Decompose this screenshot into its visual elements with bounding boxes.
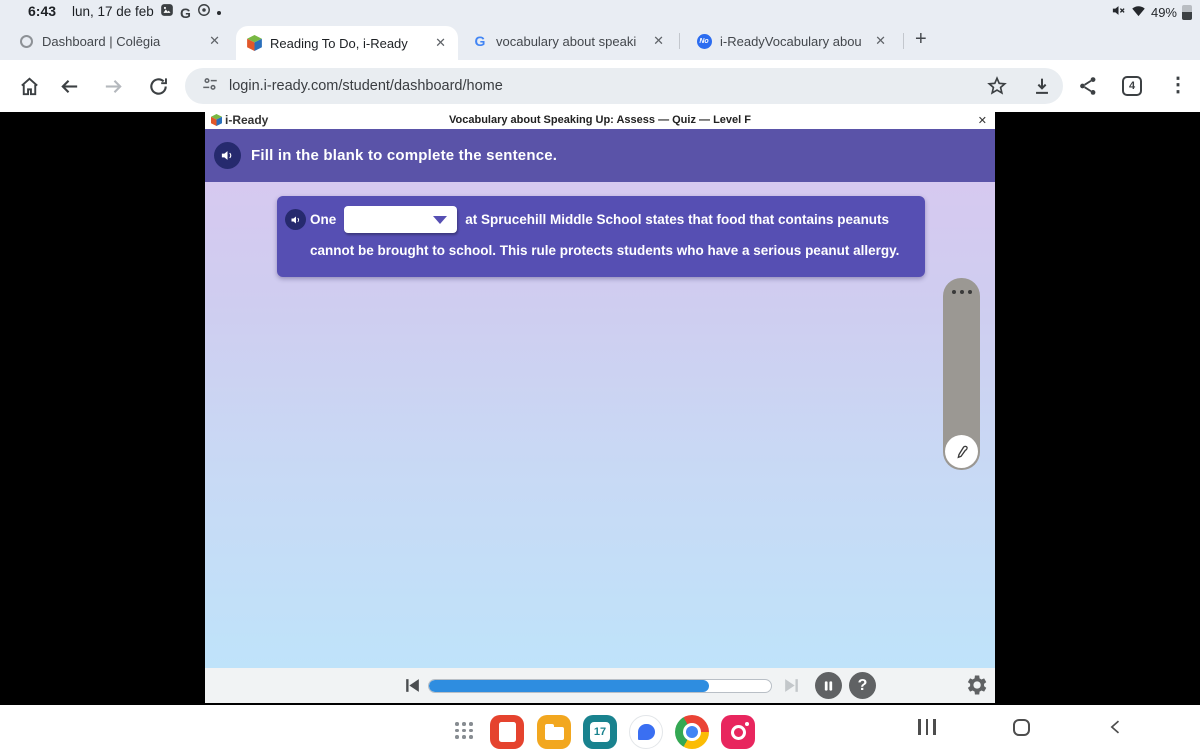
app-drawer-button[interactable] [455, 722, 473, 739]
colegia-favicon [18, 33, 34, 49]
spen-handle[interactable] [943, 278, 980, 470]
messages-app-icon[interactable] [629, 715, 663, 749]
google-favicon: G [474, 33, 486, 49]
browser-toolbar: login.i-ready.com/student/dashboard/home… [0, 60, 1200, 112]
back-nav-button[interactable] [1106, 716, 1126, 743]
tab-vocabulary-search[interactable]: G vocabulary about speaki ✕ [462, 22, 676, 60]
address-bar[interactable]: login.i-ready.com/student/dashboard/home [185, 68, 1063, 104]
reload-button[interactable] [147, 75, 170, 103]
date: lun, 17 de feb [72, 4, 154, 19]
question-line-2: cannot be brought to school. This rule p… [310, 243, 900, 258]
iready-quiz-window: i-Ready Vocabulary about Speaking Up: As… [205, 112, 995, 703]
download-icon[interactable] [1031, 75, 1053, 102]
tab-strip: Dashboard | Colēgia ✕ Reading To Do, i-R… [0, 22, 1200, 60]
filo-favicon: No [696, 33, 712, 49]
pause-button[interactable] [815, 672, 842, 699]
menu-kebab-icon[interactable]: ⋮ [1168, 72, 1188, 97]
close-tab-icon[interactable]: ✕ [207, 33, 222, 49]
audio-progress-bar[interactable] [428, 679, 772, 693]
clock: 6:43 [28, 3, 57, 19]
status-bar: 6:43 lun, 17 de feb G 49% [0, 0, 1200, 22]
tab-reading-to-do-active[interactable]: Reading To Do, i-Ready ✕ [236, 26, 458, 60]
calendar-app-icon[interactable]: 17 [583, 715, 617, 749]
answer-dropdown[interactable] [344, 206, 458, 233]
sentence-after-blank: at Sprucehill Middle School states that … [465, 212, 890, 227]
question-line-1: One at Sprucehill Middle School states t… [310, 206, 889, 233]
sentence-before-blank: One [310, 212, 337, 227]
instruction-text: Fill in the blank to complete the senten… [251, 147, 558, 164]
close-tab-icon[interactable]: ✕ [873, 33, 888, 49]
question-audio-button[interactable] [285, 209, 306, 230]
share-icon[interactable] [1077, 75, 1099, 102]
url-text[interactable]: login.i-ready.com/student/dashboard/home [229, 78, 503, 94]
page-background: i-Ready Vocabulary about Speaking Up: As… [0, 112, 1200, 705]
tab-separator [679, 33, 680, 49]
close-tab-icon[interactable]: ✕ [651, 33, 666, 49]
chrome-app-icon[interactable] [675, 715, 709, 749]
settings-gear-button[interactable] [963, 672, 989, 703]
back-button[interactable] [58, 75, 81, 103]
battery-icon [1182, 4, 1192, 20]
screenshot-notification-icon [160, 3, 174, 22]
quiz-title: Vocabulary about Speaking Up: Assess — Q… [449, 114, 751, 126]
new-tab-button[interactable]: + [915, 28, 927, 51]
tab-switcher-button[interactable]: 4 [1122, 76, 1142, 96]
recents-nav-button[interactable] [918, 719, 936, 735]
screen: 6:43 lun, 17 de feb G 49% Dashboard | Co… [0, 0, 1200, 750]
quiz-header: i-Ready Vocabulary about Speaking Up: As… [205, 112, 995, 129]
battery-percent: 49% [1150, 4, 1177, 20]
muted-speaker-icon [1111, 3, 1126, 21]
forward-button[interactable] [102, 75, 125, 103]
more-notifications-dot-icon [216, 10, 221, 15]
instruction-audio-button[interactable] [214, 142, 241, 169]
tab-title: i-ReadyVocabulary abou [720, 33, 862, 49]
close-tab-icon[interactable]: ✕ [433, 35, 448, 51]
notification-icons: G [160, 3, 221, 22]
skip-forward-button[interactable] [782, 676, 801, 700]
site-settings-icon[interactable] [201, 75, 219, 98]
close-quiz-icon[interactable]: ✕ [978, 114, 987, 127]
notes-app-icon[interactable] [490, 715, 524, 749]
skip-back-button[interactable] [403, 676, 422, 700]
audio-player-bar: ? [205, 668, 995, 703]
tab-separator [903, 33, 904, 49]
android-taskbar: 17 [0, 705, 1200, 750]
tab-title: Dashboard | Colēgia [42, 33, 161, 49]
speaker-icon [221, 151, 232, 160]
record-notification-icon [197, 3, 211, 22]
quiz-content-area: One at Sprucehill Middle School states t… [205, 182, 995, 668]
calendar-day: 17 [590, 722, 610, 742]
handle-dots-icon [943, 290, 980, 294]
progress-fill [429, 680, 710, 692]
camera-app-icon[interactable] [721, 715, 755, 749]
tab-title: Reading To Do, i-Ready [270, 35, 408, 51]
files-app-icon[interactable] [537, 715, 571, 749]
tab-dashboard-colegia[interactable]: Dashboard | Colēgia ✕ [8, 22, 232, 60]
help-button[interactable]: ? [849, 672, 876, 699]
pen-icon [956, 445, 968, 458]
tab-iready-vocabulary[interactable]: No i-ReadyVocabulary abou ✕ [686, 22, 898, 60]
spen-button[interactable] [945, 435, 978, 468]
bookmark-star-icon[interactable] [986, 75, 1008, 102]
iready-cube-favicon [246, 35, 262, 51]
google-notification-icon: G [180, 4, 191, 21]
home-nav-button[interactable] [1013, 719, 1030, 736]
speaker-icon [291, 216, 299, 223]
system-status-icons: 49% [1111, 3, 1192, 21]
question-card: One at Sprucehill Middle School states t… [277, 196, 925, 277]
instruction-banner: Fill in the blank to complete the senten… [205, 129, 995, 182]
wifi-icon [1131, 3, 1146, 21]
tab-title: vocabulary about speaki [496, 33, 637, 49]
home-button[interactable] [18, 75, 41, 103]
